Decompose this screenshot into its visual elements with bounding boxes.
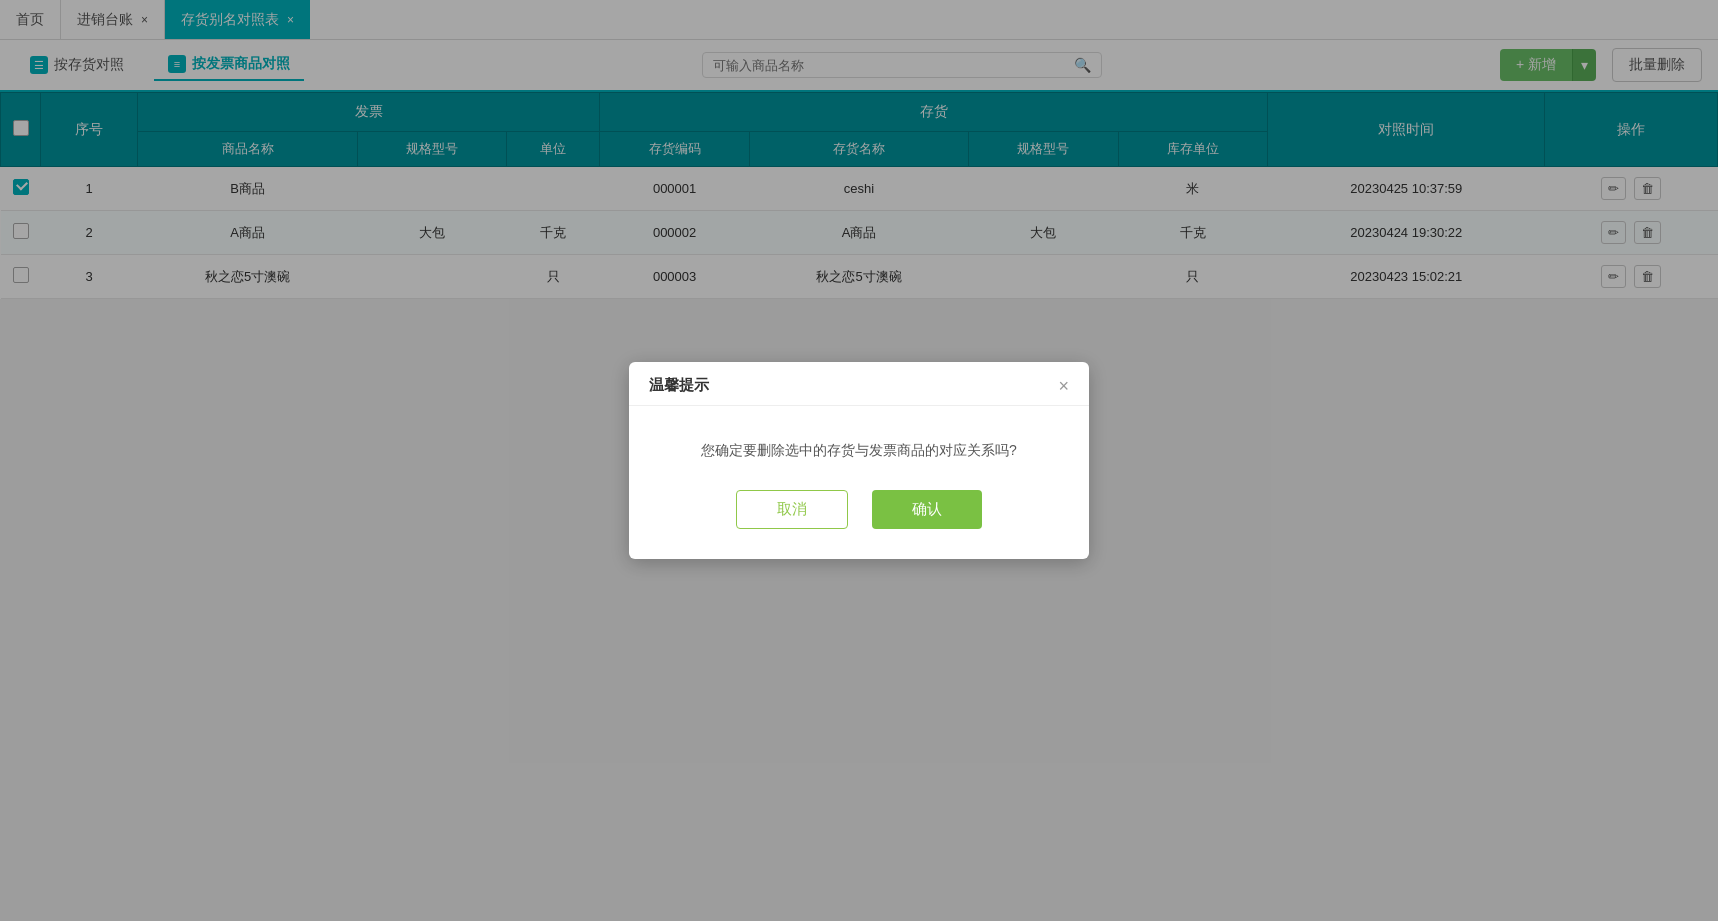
dialog-overlay: 温馨提示 × 您确定要删除选中的存货与发票商品的对应关系吗? 取消 确认 [0,0,1718,299]
